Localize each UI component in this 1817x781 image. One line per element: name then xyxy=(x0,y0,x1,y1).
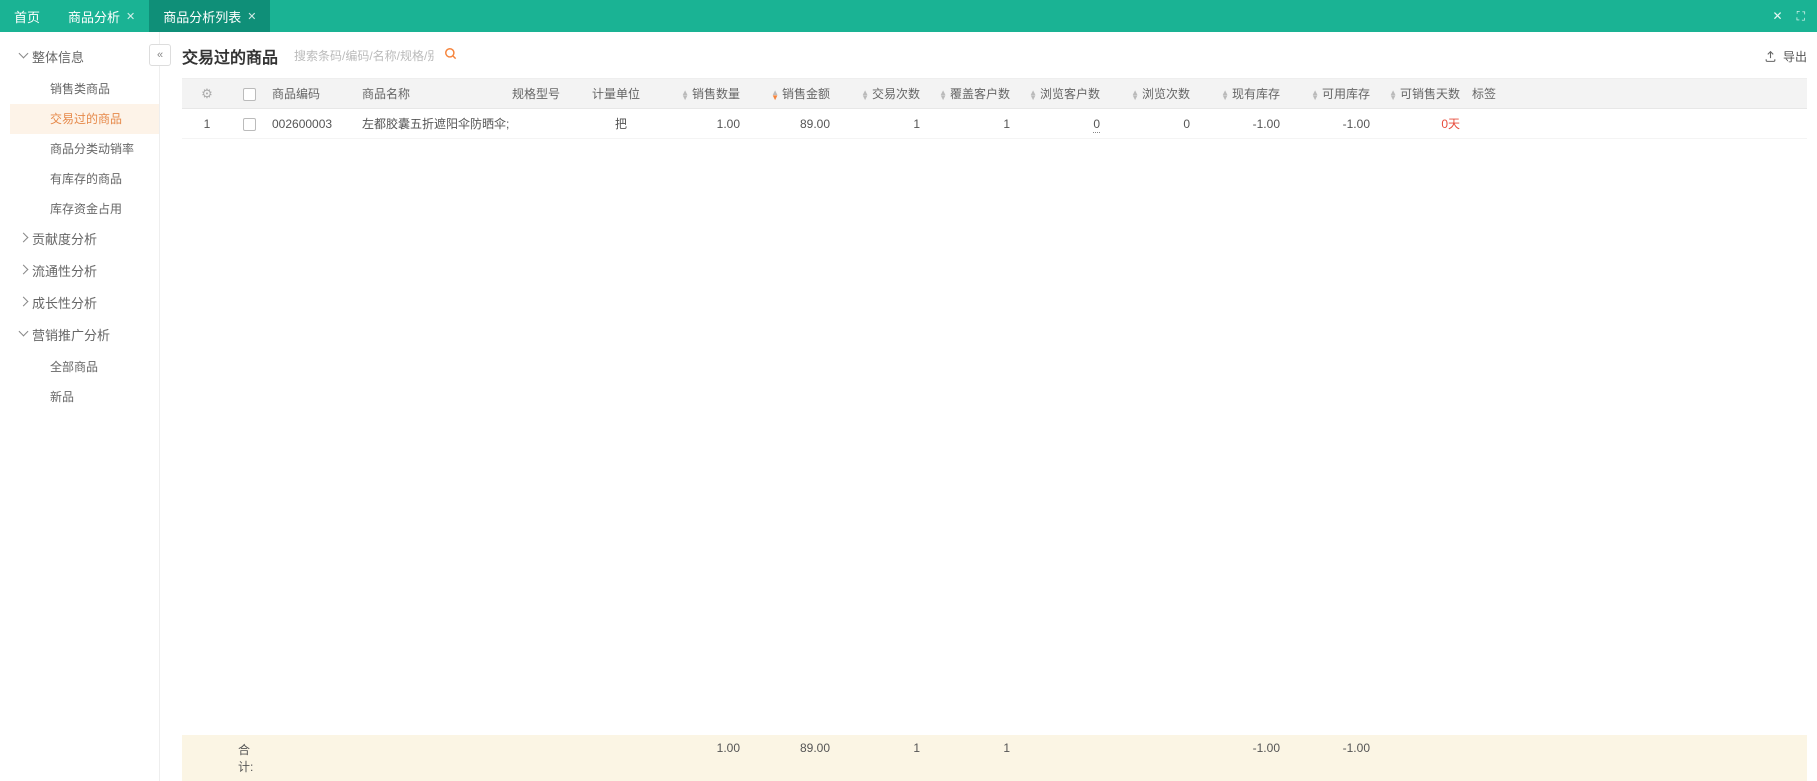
header-stock[interactable]: ▲▼现有库存 xyxy=(1196,79,1286,109)
close-icon[interactable]: ✕ xyxy=(247,10,256,23)
footer-amount: 89.00 xyxy=(746,741,836,775)
sidebar-item-0-1[interactable]: 交易过的商品 xyxy=(10,104,159,134)
tab-bar-controls: ✕ ⛶ xyxy=(1773,0,1817,32)
footer-qty: 1.00 xyxy=(656,741,746,775)
cell-idx: 1 xyxy=(182,109,232,139)
cell-browse-cnt: 0 xyxy=(1106,109,1196,139)
sidebar-group-4[interactable]: 营销推广分析 xyxy=(10,320,159,352)
tab-1[interactable]: 商品分析 ✕ xyxy=(54,0,149,32)
cell-sale-days: 0天 xyxy=(1376,109,1466,139)
sidebar-item-0-4[interactable]: 库存资金占用 xyxy=(10,194,159,224)
sidebar-item-0-2[interactable]: 商品分类动销率 xyxy=(10,134,159,164)
sidebar: 整体信息销售类商品交易过的商品商品分类动销率有库存的商品库存资金占用贡献度分析流… xyxy=(10,32,160,781)
cell-stock: -1.00 xyxy=(1196,109,1286,139)
header-code[interactable]: 商品编码 xyxy=(266,79,356,109)
footer-trades: 1 xyxy=(836,741,926,775)
cell-tags xyxy=(1466,109,1807,139)
header-spec[interactable]: 规格型号 xyxy=(506,79,586,109)
cell-code: 002600003 xyxy=(266,109,356,139)
header-trades[interactable]: ▲▼交易次数 xyxy=(836,79,926,109)
page-title: 交易过的商品 xyxy=(182,44,278,68)
cell-spec xyxy=(506,109,586,139)
header-browse-cust[interactable]: ▲▼浏览客户数 xyxy=(1016,79,1106,109)
cell-unit: 把 xyxy=(586,109,656,139)
cell-amount: 89.00 xyxy=(746,109,836,139)
header-unit[interactable]: 计量单位 xyxy=(586,79,656,109)
row-checkbox[interactable] xyxy=(243,118,256,131)
select-all-checkbox[interactable] xyxy=(243,88,256,101)
cell-browse-cust[interactable]: 0 xyxy=(1016,109,1106,139)
tab-bar: 首页 商品分析 ✕ 商品分析列表 ✕ ✕ ⛶ xyxy=(0,0,1817,32)
table-row[interactable]: 1002600003左都胶囊五折遮阳伞防晒伞;把1.0089.001100-1.… xyxy=(182,109,1807,139)
tab-label: 首页 xyxy=(14,7,40,26)
tab-2[interactable]: 商品分析列表 ✕ xyxy=(149,0,270,32)
header-tags[interactable]: 标签 xyxy=(1466,79,1807,109)
footer-totals: 合计: 1.00 89.00 1 1 -1.00 -1.00 xyxy=(182,735,1807,781)
close-icon[interactable]: ✕ xyxy=(126,10,135,23)
search-icon[interactable] xyxy=(444,47,458,64)
footer-customers: 1 xyxy=(926,741,1016,775)
sidebar-group-0[interactable]: 整体信息 xyxy=(10,42,159,74)
sidebar-collapse-button[interactable]: « xyxy=(149,44,171,66)
close-all-icon[interactable]: ✕ xyxy=(1773,9,1783,23)
sidebar-group-2[interactable]: 流通性分析 xyxy=(10,256,159,288)
cell-customers: 1 xyxy=(926,109,1016,139)
header-name[interactable]: 商品名称 xyxy=(356,79,506,109)
header-avail[interactable]: ▲▼可用库存 xyxy=(1286,79,1376,109)
sidebar-group-1[interactable]: 贡献度分析 xyxy=(10,224,159,256)
tab-label: 商品分析列表 xyxy=(163,7,241,26)
cell-qty: 1.00 xyxy=(656,109,746,139)
sidebar-item-0-0[interactable]: 销售类商品 xyxy=(10,74,159,104)
header-browse-cnt[interactable]: ▲▼浏览次数 xyxy=(1106,79,1196,109)
header-qty[interactable]: ▲▼销售数量 xyxy=(656,79,746,109)
header-amount[interactable]: ▲▼销售金额 xyxy=(746,79,836,109)
sidebar-group-3[interactable]: 成长性分析 xyxy=(10,288,159,320)
sidebar-item-0-3[interactable]: 有库存的商品 xyxy=(10,164,159,194)
header-sale-days[interactable]: ▲▼可销售天数 xyxy=(1376,79,1466,109)
fullscreen-icon[interactable]: ⛶ xyxy=(1797,9,1805,24)
gear-icon[interactable]: ⚙ xyxy=(201,86,213,101)
export-button[interactable]: 导出 xyxy=(1764,48,1807,65)
export-label: 导出 xyxy=(1783,48,1807,65)
footer-stock: -1.00 xyxy=(1196,741,1286,775)
cell-trades: 1 xyxy=(836,109,926,139)
sidebar-item-4-0[interactable]: 全部商品 xyxy=(10,352,159,382)
tab-0[interactable]: 首页 xyxy=(0,0,54,32)
cell-name: 左都胶囊五折遮阳伞防晒伞; xyxy=(356,109,506,139)
search-input[interactable] xyxy=(292,45,462,68)
footer-label: 合计: xyxy=(232,741,266,775)
sidebar-item-4-1[interactable]: 新品 xyxy=(10,382,159,412)
tab-label: 商品分析 xyxy=(68,7,120,26)
header-customers[interactable]: ▲▼覆盖客户数 xyxy=(926,79,1016,109)
cell-avail: -1.00 xyxy=(1286,109,1376,139)
footer-avail: -1.00 xyxy=(1286,741,1376,775)
content-header: 交易过的商品 导出 xyxy=(182,40,1807,78)
data-table: ⚙ 商品编码 商品名称 规格型号 计量单位 ▲▼销售数量 ▲▼销售金额 ▲▼交易… xyxy=(182,79,1807,139)
